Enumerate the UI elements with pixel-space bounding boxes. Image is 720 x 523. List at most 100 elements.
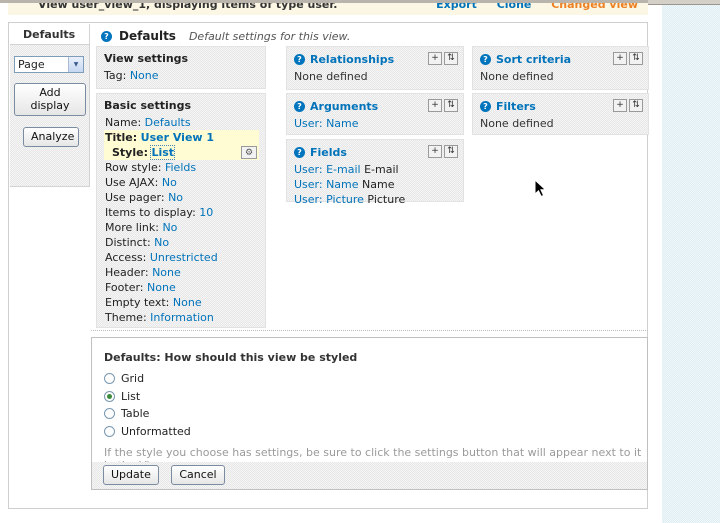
field-item-link[interactable]: User: Name (294, 178, 359, 191)
form-actions-bar: Update Cancel (92, 462, 647, 489)
items-setting-link[interactable]: 10 (199, 206, 213, 219)
section-fields: ? Fields + ⇅ User: E-mail E-mail User: N… (286, 139, 464, 202)
setting-row-ajax: Use AJAX: No (104, 175, 259, 190)
filters-title-link[interactable]: Filters (496, 100, 536, 113)
view-title-bar: View user_view_1, displaying items of ty… (8, 3, 648, 15)
header-setting-link[interactable]: None (152, 266, 181, 279)
pager-setting-link[interactable]: No (168, 191, 183, 204)
setting-label: Footer: (105, 281, 144, 294)
setting-row-more-link: More link: No (104, 220, 259, 235)
setting-label: Tag: (104, 69, 126, 82)
title-setting-link[interactable]: User View 1 (141, 131, 214, 144)
display-header-title: Defaults (119, 29, 176, 43)
help-icon[interactable]: ? (294, 147, 305, 158)
clone-link[interactable]: Clone (497, 3, 532, 11)
setting-label: Access: (105, 251, 146, 264)
help-icon[interactable]: ? (294, 54, 305, 65)
display-type-select[interactable]: Page ▼ (14, 56, 84, 73)
help-icon[interactable]: ? (480, 54, 491, 65)
ajax-setting-link[interactable]: No (162, 176, 177, 189)
rearrange-icon[interactable]: ⇅ (629, 99, 643, 112)
radio-button[interactable] (104, 426, 115, 437)
setting-row-theme: Theme: Information (104, 310, 259, 325)
section-arguments: ? Arguments + ⇅ User: Name (286, 93, 464, 135)
radio-button[interactable] (104, 373, 115, 384)
update-button[interactable]: Update (103, 465, 159, 485)
setting-row-footer: Footer: None (104, 280, 259, 295)
distinct-setting-link[interactable]: No (154, 236, 169, 249)
radio-button[interactable] (104, 408, 115, 419)
setting-row-style: Style: List ⚙ (104, 145, 259, 160)
setting-row-header: Header: None (104, 265, 259, 280)
theme-setting-link[interactable]: Information (150, 311, 214, 324)
field-item-link[interactable]: User: Picture (294, 193, 364, 206)
row-style-setting-link[interactable]: Fields (165, 161, 196, 174)
style-option-grid[interactable]: Grid (104, 372, 144, 385)
rearrange-icon[interactable]: ⇅ (444, 99, 458, 112)
display-header-subtitle: Default settings for this view. (183, 30, 350, 43)
display-type-selected-value: Page (15, 58, 68, 71)
argument-item-link[interactable]: User: Name (294, 117, 359, 130)
tab-defaults[interactable]: Defaults (10, 24, 89, 45)
access-setting-link[interactable]: Unrestricted (150, 251, 218, 264)
page-title: View user_view_1, displaying items of ty… (38, 3, 337, 11)
more-link-setting-link[interactable]: No (162, 221, 177, 234)
field-item: User: E-mail E-mail (294, 162, 457, 177)
setting-row-distinct: Distinct: No (104, 235, 259, 250)
field-item-link[interactable]: User: E-mail (294, 163, 361, 176)
setting-row-items: Items to display: 10 (104, 205, 259, 220)
style-option-unformatted[interactable]: Unformatted (104, 425, 191, 438)
setting-label: Distinct: (105, 236, 151, 249)
help-icon[interactable]: ? (480, 101, 491, 112)
view-action-links: Export Clone Changed view (420, 3, 638, 11)
radio-label: Unformatted (121, 425, 191, 438)
page-background (662, 5, 720, 523)
footer-setting-link[interactable]: None (147, 281, 176, 294)
style-settings-gear-icon[interactable]: ⚙ (241, 146, 257, 159)
arguments-title-link[interactable]: Arguments (310, 100, 378, 113)
add-icon[interactable]: + (613, 52, 627, 65)
cancel-button[interactable]: Cancel (171, 465, 224, 485)
help-icon[interactable]: ? (294, 101, 305, 112)
field-item: User: Picture Picture (294, 192, 457, 207)
setting-label: Theme: (105, 311, 147, 324)
setting-row-title: Title: User View 1 (104, 130, 259, 145)
style-option-table[interactable]: Table (104, 407, 149, 420)
style-option-list[interactable]: List (104, 390, 140, 403)
field-item-label: Picture (367, 193, 405, 206)
relationships-title-link[interactable]: Relationships (310, 53, 394, 66)
tag-setting-link[interactable]: None (130, 69, 159, 82)
rearrange-icon[interactable]: ⇅ (444, 52, 458, 65)
style-setting-link[interactable]: List (151, 146, 174, 159)
sort-criteria-title-link[interactable]: Sort criteria (496, 53, 571, 66)
setting-label: Items to display: (105, 206, 196, 219)
name-setting-link[interactable]: Defaults (145, 116, 191, 129)
radio-label: Table (121, 407, 149, 420)
radio-label: List (121, 390, 140, 403)
rearrange-icon[interactable]: ⇅ (629, 52, 643, 65)
empty-text-setting-link[interactable]: None (173, 296, 202, 309)
section-relationships: ? Relationships + ⇅ None defined (286, 46, 464, 90)
field-item-label: Name (362, 178, 394, 191)
add-icon[interactable]: + (428, 52, 442, 65)
rearrange-icon[interactable]: ⇅ (444, 145, 458, 158)
changed-view-link[interactable]: Changed view (551, 3, 638, 11)
section-sort-criteria: ? Sort criteria + ⇅ None defined (472, 46, 649, 90)
setting-label: Header: (105, 266, 149, 279)
setting-row-access: Access: Unrestricted (104, 250, 259, 265)
add-icon[interactable]: + (613, 99, 627, 112)
add-display-button[interactable]: Add display (14, 83, 86, 116)
section-view-settings: View settings Tag: None (96, 46, 266, 89)
setting-label: Row style: (105, 161, 161, 174)
help-icon[interactable]: ? (101, 31, 112, 42)
add-icon[interactable]: + (428, 145, 442, 158)
export-link[interactable]: Export (436, 3, 477, 11)
add-icon[interactable]: + (428, 99, 442, 112)
setting-row-row-style: Row style: Fields (104, 160, 259, 175)
setting-label: More link: (105, 221, 159, 234)
section-title: Basic settings (104, 99, 259, 112)
fields-title-link[interactable]: Fields (310, 146, 347, 159)
analyze-button[interactable]: Analyze (23, 127, 79, 147)
radio-button[interactable] (104, 391, 115, 402)
setting-row-empty-text: Empty text: None (104, 295, 259, 310)
